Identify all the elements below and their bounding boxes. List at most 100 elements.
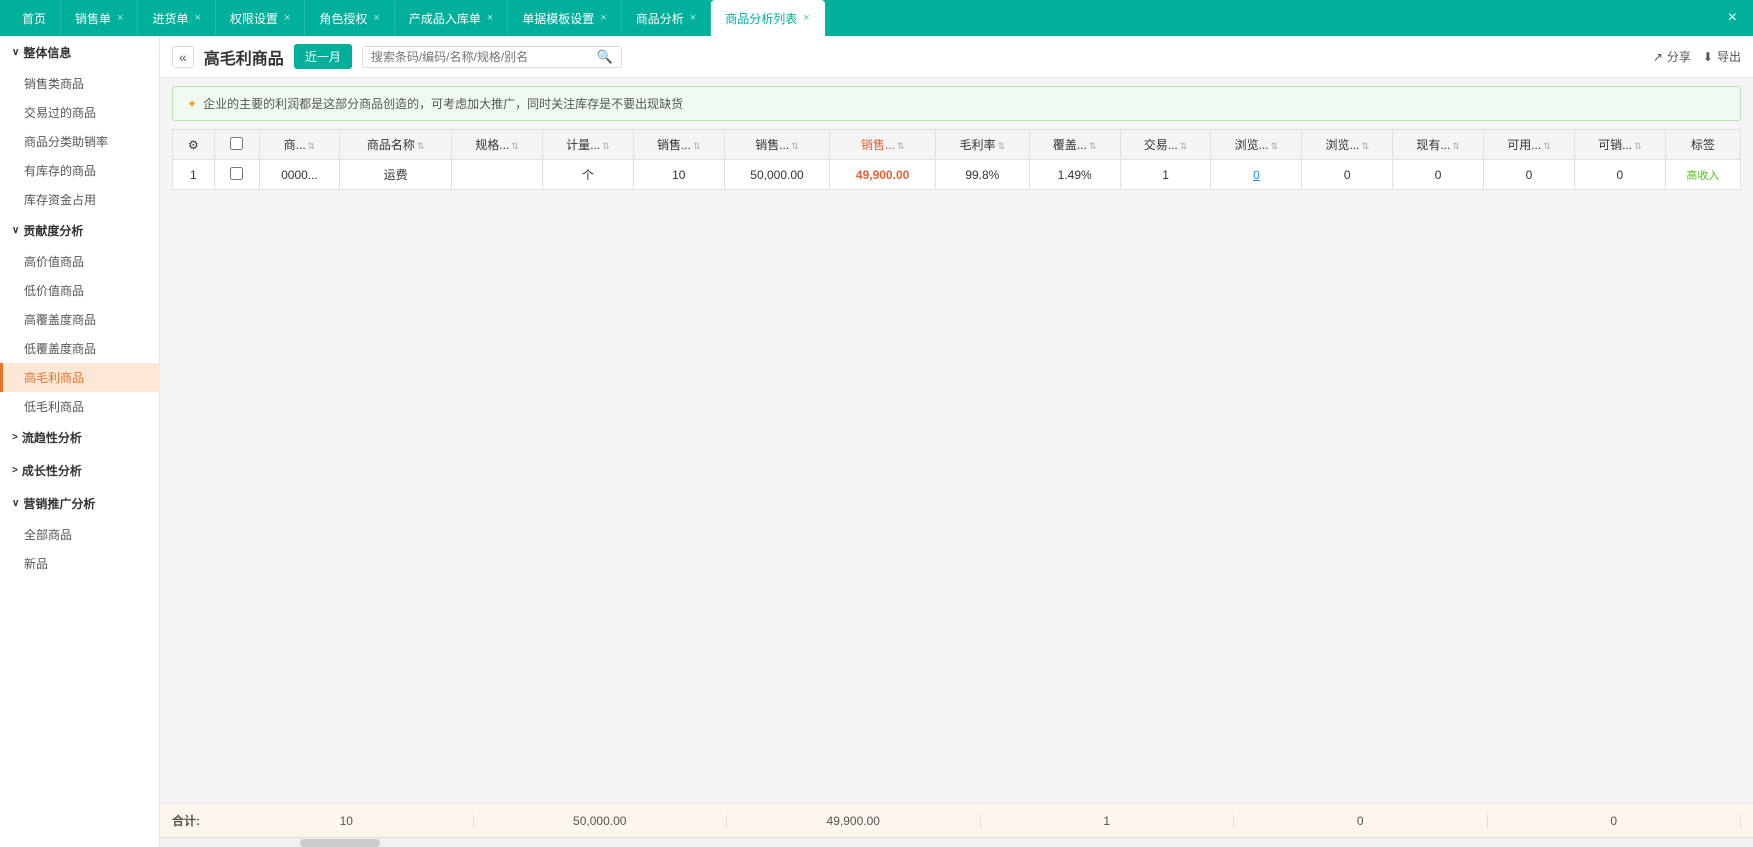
col-checkbox[interactable]: [214, 130, 259, 160]
nav-permissions[interactable]: 权限设置 ×: [216, 0, 305, 36]
col-tag[interactable]: 标签: [1665, 130, 1740, 160]
col-name[interactable]: 商品名称⇅: [340, 130, 452, 160]
col-transactions[interactable]: 交易...⇅: [1120, 130, 1211, 160]
close-purchase-tab[interactable]: ×: [194, 12, 200, 24]
col-spec[interactable]: 规格...⇅: [452, 130, 543, 160]
nav-roles[interactable]: 角色授权 ×: [305, 0, 394, 36]
nav-home[interactable]: 首页: [8, 0, 61, 36]
close-roles-tab[interactable]: ×: [373, 12, 379, 24]
search-input[interactable]: [371, 50, 597, 64]
sidebar-group-growth[interactable]: > 成长性分析: [0, 454, 159, 487]
close-sales-tab[interactable]: ×: [117, 12, 123, 24]
col-gross-rate[interactable]: 毛利率⇅: [935, 130, 1029, 160]
select-all-checkbox[interactable]: [230, 137, 243, 150]
share-button[interactable]: ↗ 分享: [1653, 48, 1691, 65]
nav-template-settings[interactable]: 单据模板设置 ×: [508, 0, 621, 36]
col-available[interactable]: 可用...⇅: [1484, 130, 1575, 160]
top-navigation: 首页 销售单 × 进货单 × 权限设置 × 角色授权 × 产成品入库单 × 单据…: [0, 0, 1753, 36]
close-all-tabs[interactable]: ×: [1720, 9, 1745, 27]
row-tag: 高收入: [1665, 160, 1740, 190]
sidebar-item-low-value[interactable]: 低价值商品: [0, 276, 159, 305]
footer-label: 合计:: [172, 812, 200, 829]
sidebar-item-category-assist[interactable]: 商品分类助销率: [0, 127, 159, 156]
row-spec: [452, 160, 543, 190]
col-saleable[interactable]: 可销...⇅: [1574, 130, 1665, 160]
sidebar-item-low-coverage[interactable]: 低覆盖度商品: [0, 334, 159, 363]
arrow-marketing: ∨: [12, 498, 19, 509]
nav-product-analysis-list[interactable]: 商品分析列表 ×: [711, 0, 824, 36]
row-current-stock: 0: [1393, 160, 1484, 190]
search-box: 🔍: [362, 46, 622, 68]
col-code[interactable]: 商...⇅: [259, 130, 340, 160]
sidebar: ∨ 整体信息 销售类商品 交易过的商品 商品分类助销率 有库存的商品 库存资金占…: [0, 36, 160, 847]
sidebar-item-high-margin[interactable]: 高毛利商品: [0, 363, 159, 392]
footer-values: 10 50,000.00 49,900.00 1 0 0: [220, 814, 1741, 828]
header-actions: ↗ 分享 ⬇ 导出: [1653, 48, 1741, 65]
row-checkbox-cell[interactable]: [214, 160, 259, 190]
share-icon: ↗: [1653, 50, 1663, 64]
content-area: « 高毛利商品 近一月 🔍 ↗ 分享 ⬇ 导出 ✦ 企业的主要的利润都是这部: [160, 36, 1753, 847]
close-product-warehouse-tab[interactable]: ×: [487, 12, 493, 24]
col-views2[interactable]: 浏览...⇅: [1302, 130, 1393, 160]
data-table: ⚙ 商...⇅ 商品名称⇅ 规格...⇅ 计量...⇅ 销售...⇅ 销售...…: [172, 129, 1741, 190]
col-sales-qty[interactable]: 销售...⇅: [633, 130, 724, 160]
filter-recent-month[interactable]: 近一月: [294, 44, 352, 69]
sidebar-item-high-coverage[interactable]: 高覆盖度商品: [0, 305, 159, 334]
footer-sales-amt: 50,000.00: [474, 814, 728, 828]
nav-purchase[interactable]: 进货单 ×: [138, 0, 215, 36]
col-current-stock[interactable]: 现有...⇅: [1393, 130, 1484, 160]
footer-available: 0: [1488, 814, 1742, 828]
row-views1[interactable]: 0: [1211, 160, 1302, 190]
close-permissions-tab[interactable]: ×: [284, 12, 290, 24]
col-unit[interactable]: 计量...⇅: [542, 130, 633, 160]
nav-sales[interactable]: 销售单 ×: [61, 0, 138, 36]
col-settings[interactable]: ⚙: [173, 130, 215, 160]
nav-product-warehouse[interactable]: 产成品入库单 ×: [395, 0, 508, 36]
table-container: ⚙ 商...⇅ 商品名称⇅ 规格...⇅ 计量...⇅ 销售...⇅ 销售...…: [172, 129, 1741, 803]
arrow-growth: >: [12, 465, 18, 476]
footer-sales-profit: 49,900.00: [727, 814, 981, 828]
search-icon[interactable]: 🔍: [597, 49, 613, 65]
col-sales-profit[interactable]: 销售...⇅: [830, 130, 936, 160]
row-transactions: 1: [1120, 160, 1211, 190]
col-views1[interactable]: 浏览...⇅: [1211, 130, 1302, 160]
sidebar-group-overall[interactable]: ∨ 整体信息: [0, 36, 159, 69]
sidebar-item-stocked-products[interactable]: 有库存的商品: [0, 156, 159, 185]
export-button[interactable]: ⬇ 导出: [1703, 48, 1741, 65]
row-checkbox[interactable]: [230, 167, 243, 180]
scrollbar-thumb[interactable]: [300, 839, 380, 847]
page-title: 高毛利商品: [204, 45, 284, 69]
table-footer: 合计: 10 50,000.00 49,900.00 1 0 0: [160, 803, 1753, 837]
table-row: 1 0000... 运费 个 10 50,000.00 49,900.00 99…: [173, 160, 1741, 190]
row-saleable: 0: [1574, 160, 1665, 190]
row-coverage: 1.49%: [1029, 160, 1120, 190]
close-product-analysis-tab[interactable]: ×: [690, 12, 696, 24]
horizontal-scrollbar[interactable]: [160, 837, 1753, 847]
close-template-settings-tab[interactable]: ×: [600, 12, 606, 24]
arrow-trend: >: [12, 432, 18, 443]
footer-transactions: 1: [981, 814, 1235, 828]
sidebar-item-new-products[interactable]: 新品: [0, 549, 159, 578]
sidebar-item-sales-products[interactable]: 销售类商品: [0, 69, 159, 98]
export-icon: ⬇: [1703, 50, 1713, 64]
row-gross-rate: 99.8%: [935, 160, 1029, 190]
row-unit: 个: [542, 160, 633, 190]
footer-sales-qty: 10: [220, 814, 474, 828]
close-product-analysis-list-tab[interactable]: ×: [803, 12, 809, 24]
sidebar-item-traded-products[interactable]: 交易过的商品: [0, 98, 159, 127]
sidebar-item-low-margin[interactable]: 低毛利商品: [0, 392, 159, 421]
sidebar-group-contribution[interactable]: ∨ 贡献度分析: [0, 214, 159, 247]
col-coverage[interactable]: 覆盖...⇅: [1029, 130, 1120, 160]
sidebar-item-high-value[interactable]: 高价值商品: [0, 247, 159, 276]
arrow-contribution: ∨: [12, 225, 19, 236]
nav-product-analysis[interactable]: 商品分析 ×: [622, 0, 711, 36]
col-sales-amt[interactable]: 销售...⇅: [724, 130, 830, 160]
sidebar-item-all-products[interactable]: 全部商品: [0, 520, 159, 549]
sidebar-group-trend[interactable]: > 流趋性分析: [0, 421, 159, 454]
row-index: 1: [173, 160, 215, 190]
row-available: 0: [1484, 160, 1575, 190]
sidebar-item-stock-capital[interactable]: 库存资金占用: [0, 185, 159, 214]
sidebar-group-marketing[interactable]: ∨ 营销推广分析: [0, 487, 159, 520]
collapse-button[interactable]: «: [172, 46, 194, 68]
info-banner: ✦ 企业的主要的利润都是这部分商品创造的，可考虑加大推广，同时关注库存是不要出现…: [172, 86, 1741, 121]
